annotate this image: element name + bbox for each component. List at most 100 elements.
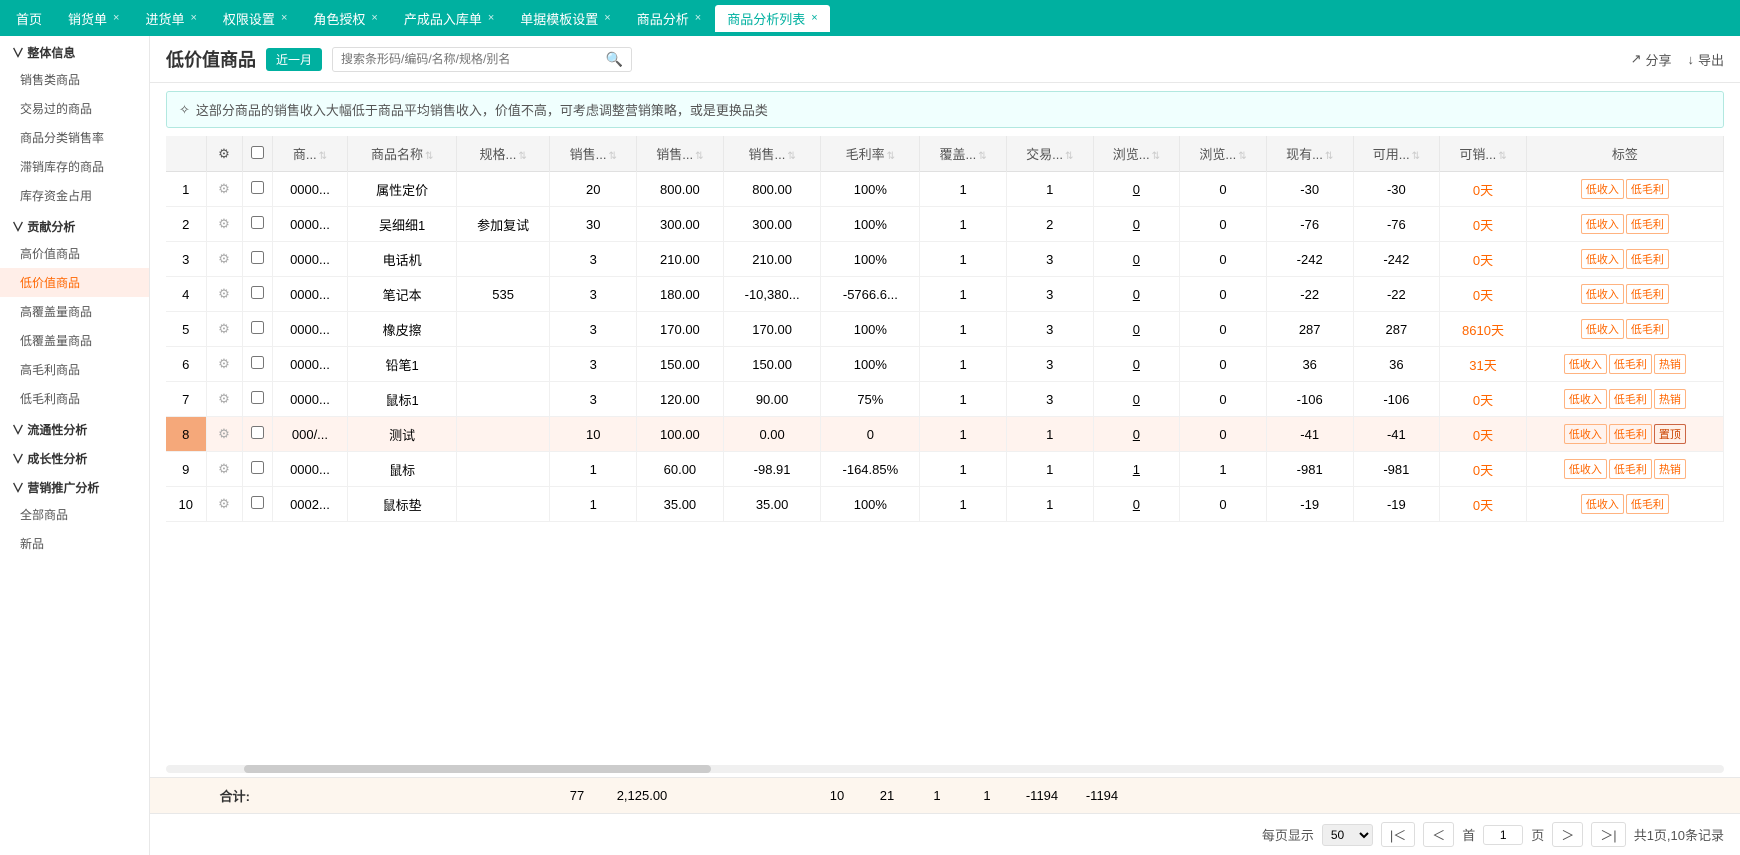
browse1-link[interactable]: 0	[1133, 357, 1140, 372]
col-header-14[interactable]: 可用...⇅	[1353, 136, 1440, 172]
row-settings[interactable]: ⚙	[206, 312, 242, 347]
row-settings-icon[interactable]: ⚙	[218, 391, 230, 406]
sidebar-item-高覆盖量商品[interactable]: 高覆盖量商品	[0, 297, 149, 326]
nav-item-销货单[interactable]: 销货单×	[56, 5, 131, 32]
share-button[interactable]: ↗ 分享	[1631, 50, 1672, 69]
sidebar-item-销售类商品[interactable]: 销售类商品	[0, 65, 149, 94]
col-header-11[interactable]: 浏览...⇅	[1093, 136, 1180, 172]
sidebar-group-title[interactable]: ∨ 营销推广分析	[0, 471, 149, 500]
nav-close-icon[interactable]: ×	[190, 12, 196, 24]
nav-close-icon[interactable]: ×	[281, 12, 287, 24]
row-browse1[interactable]: 0	[1093, 347, 1180, 382]
row-checkbox-cell[interactable]	[242, 242, 272, 277]
row-settings-icon[interactable]: ⚙	[218, 496, 230, 511]
nav-close-icon[interactable]: ×	[113, 12, 119, 24]
row-checkbox-cell[interactable]	[242, 172, 272, 207]
nav-close-icon[interactable]: ×	[488, 12, 494, 24]
row-browse1[interactable]: 0	[1093, 417, 1180, 452]
nav-item-商品分析[interactable]: 商品分析×	[625, 5, 713, 32]
row-checkbox[interactable]	[251, 461, 264, 474]
page-input[interactable]	[1483, 825, 1523, 845]
sidebar-item-高价值商品[interactable]: 高价值商品	[0, 239, 149, 268]
sidebar-item-交易过的商品[interactable]: 交易过的商品	[0, 94, 149, 123]
per-page-select[interactable]: 50 20 100	[1322, 824, 1373, 846]
row-settings-icon[interactable]: ⚙	[218, 251, 230, 266]
last-page-button[interactable]: ＞|	[1591, 822, 1625, 847]
row-checkbox[interactable]	[251, 321, 264, 334]
table-container[interactable]: ⚙商...⇅商品名称⇅规格...⇅销售...⇅销售...⇅销售...⇅毛利率⇅覆…	[166, 136, 1724, 765]
row-browse1[interactable]: 0	[1093, 382, 1180, 417]
row-checkbox-cell[interactable]	[242, 452, 272, 487]
sidebar-item-全部商品[interactable]: 全部商品	[0, 500, 149, 529]
row-settings[interactable]: ⚙	[206, 207, 242, 242]
row-settings-icon[interactable]: ⚙	[218, 461, 230, 476]
browse1-link[interactable]: 0	[1133, 427, 1140, 442]
row-settings-icon[interactable]: ⚙	[218, 321, 230, 336]
col-header-7[interactable]: 销售...⇅	[723, 136, 821, 172]
browse1-link[interactable]: 1	[1133, 462, 1140, 477]
row-checkbox-cell[interactable]	[242, 382, 272, 417]
sidebar-item-低毛利商品[interactable]: 低毛利商品	[0, 384, 149, 413]
search-icon[interactable]: 🔍	[606, 51, 623, 68]
row-settings-icon[interactable]: ⚙	[218, 286, 230, 301]
row-checkbox[interactable]	[251, 356, 264, 369]
row-checkbox-cell[interactable]	[242, 347, 272, 382]
col-header-5[interactable]: 销售...⇅	[550, 136, 637, 172]
next-page-button[interactable]: ＞	[1552, 822, 1583, 847]
row-checkbox-cell[interactable]	[242, 207, 272, 242]
nav-close-icon[interactable]: ×	[604, 12, 610, 24]
col-header-8[interactable]: 毛利率⇅	[821, 136, 920, 172]
row-browse1[interactable]: 0	[1093, 242, 1180, 277]
row-settings[interactable]: ⚙	[206, 417, 242, 452]
nav-item-进货单[interactable]: 进货单×	[133, 5, 208, 32]
row-checkbox[interactable]	[251, 216, 264, 229]
sidebar-item-高毛利商品[interactable]: 高毛利商品	[0, 355, 149, 384]
browse1-link[interactable]: 0	[1133, 182, 1140, 197]
select-all-checkbox[interactable]	[251, 146, 264, 159]
col-header-3[interactable]: 商品名称⇅	[348, 136, 456, 172]
row-checkbox-cell[interactable]	[242, 312, 272, 347]
row-settings[interactable]: ⚙	[206, 347, 242, 382]
sidebar-item-新品[interactable]: 新品	[0, 529, 149, 558]
row-checkbox[interactable]	[251, 426, 264, 439]
search-input[interactable]	[341, 52, 600, 66]
nav-close-icon[interactable]: ×	[371, 12, 377, 24]
row-checkbox[interactable]	[251, 181, 264, 194]
row-settings[interactable]: ⚙	[206, 487, 242, 522]
col-header-15[interactable]: 可销...⇅	[1440, 136, 1527, 172]
scroll-area[interactable]	[166, 765, 1724, 773]
row-browse1[interactable]: 1	[1093, 452, 1180, 487]
col-header-6[interactable]: 销售...⇅	[637, 136, 724, 172]
browse1-link[interactable]: 0	[1133, 322, 1140, 337]
sidebar-item-滞销库存的商品[interactable]: 滞销库存的商品	[0, 152, 149, 181]
row-settings-icon[interactable]: ⚙	[218, 181, 230, 196]
row-settings[interactable]: ⚙	[206, 382, 242, 417]
sidebar-group-title[interactable]: ∨ 流通性分析	[0, 413, 149, 442]
browse1-link[interactable]: 0	[1133, 217, 1140, 232]
col-header-9[interactable]: 覆盖...⇅	[920, 136, 1007, 172]
row-settings-icon[interactable]: ⚙	[218, 356, 230, 371]
browse1-link[interactable]: 0	[1133, 287, 1140, 302]
row-settings-icon[interactable]: ⚙	[218, 216, 230, 231]
period-button[interactable]: 近一月	[266, 48, 322, 71]
nav-item-角色授权[interactable]: 角色授权×	[301, 5, 389, 32]
sidebar-item-低价值商品[interactable]: 低价值商品	[0, 268, 149, 297]
row-checkbox[interactable]	[251, 251, 264, 264]
row-checkbox[interactable]	[251, 286, 264, 299]
first-page-button[interactable]: |＜	[1381, 822, 1415, 847]
row-checkbox-cell[interactable]	[242, 417, 272, 452]
nav-item-单据模板设置[interactable]: 单据模板设置×	[508, 5, 622, 32]
settings-icon[interactable]: ⚙	[218, 146, 230, 161]
col-header-2[interactable]: 商...⇅	[272, 136, 348, 172]
row-browse1[interactable]: 0	[1093, 172, 1180, 207]
row-settings[interactable]: ⚙	[206, 452, 242, 487]
row-settings[interactable]: ⚙	[206, 172, 242, 207]
row-checkbox[interactable]	[251, 391, 264, 404]
browse1-link[interactable]: 0	[1133, 252, 1140, 267]
sidebar-item-商品分类销售率[interactable]: 商品分类销售率	[0, 123, 149, 152]
row-settings[interactable]: ⚙	[206, 277, 242, 312]
browse1-link[interactable]: 0	[1133, 392, 1140, 407]
export-button[interactable]: ↓ 导出	[1687, 50, 1724, 69]
row-settings[interactable]: ⚙	[206, 242, 242, 277]
col-header-10[interactable]: 交易...⇅	[1006, 136, 1093, 172]
